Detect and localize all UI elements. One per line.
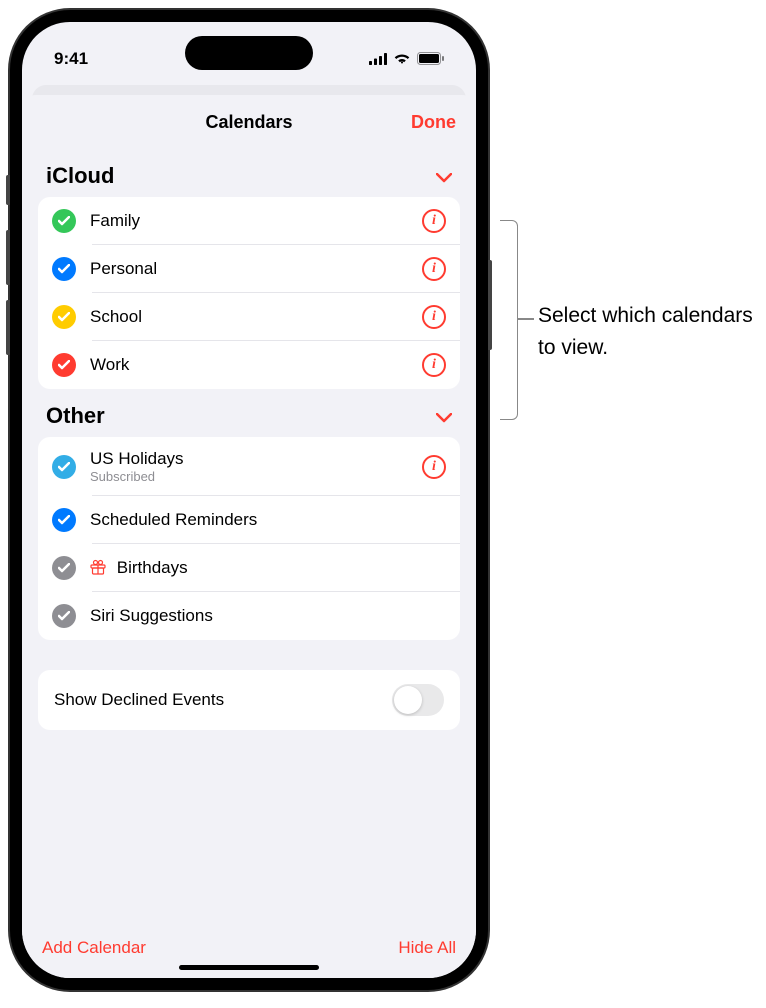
- chevron-down-icon: [436, 403, 452, 429]
- calendar-row-school[interactable]: School i: [38, 293, 460, 341]
- info-button[interactable]: i: [422, 353, 446, 377]
- battery-icon: [417, 52, 444, 65]
- icloud-list: Family i Personal i School: [38, 197, 460, 389]
- calendar-label: School: [90, 307, 408, 327]
- calendar-row-siri-suggestions[interactable]: Siri Suggestions: [38, 592, 460, 640]
- calendars-sheet: Calendars Done iCloud Family: [22, 95, 476, 978]
- calendar-label: Work: [90, 355, 408, 375]
- chevron-down-icon: [436, 163, 452, 189]
- section-header-icloud[interactable]: iCloud: [38, 149, 460, 197]
- check-icon: [52, 305, 76, 329]
- nav-bar: Calendars Done: [22, 95, 476, 149]
- power-button: [488, 260, 492, 350]
- gift-icon: [90, 558, 111, 577]
- callout-bracket: [500, 220, 518, 420]
- toggle-label: Show Declined Events: [54, 690, 224, 710]
- side-button: [6, 175, 10, 205]
- check-icon: [52, 556, 76, 580]
- check-icon: [52, 353, 76, 377]
- calendar-row-birthdays[interactable]: Birthdays: [38, 544, 460, 592]
- cellular-icon: [369, 53, 387, 65]
- bottom-bar: Add Calendar Hide All: [22, 938, 476, 978]
- calendar-label: Personal: [90, 259, 408, 279]
- calendar-label: Siri Suggestions: [90, 606, 446, 626]
- other-list: US Holidays Subscribed i Scheduled Remin…: [38, 437, 460, 640]
- volume-down-button: [6, 300, 10, 355]
- dynamic-island: [185, 36, 313, 70]
- calendar-label: Family: [90, 211, 408, 231]
- section-title: iCloud: [46, 163, 114, 189]
- callout-text: Select which calendars to view.: [538, 300, 756, 363]
- calendar-sublabel: Subscribed: [90, 469, 408, 484]
- calendar-row-family[interactable]: Family i: [38, 197, 460, 245]
- home-indicator[interactable]: [179, 965, 319, 970]
- toggle-knob: [394, 686, 422, 714]
- calendar-row-scheduled-reminders[interactable]: Scheduled Reminders: [38, 496, 460, 544]
- show-declined-toggle[interactable]: [392, 684, 444, 716]
- calendar-label: US Holidays Subscribed: [90, 449, 408, 484]
- content-area: iCloud Family i: [22, 149, 476, 938]
- calendar-label: Scheduled Reminders: [90, 510, 446, 530]
- page-title: Calendars: [205, 112, 292, 133]
- wifi-icon: [393, 52, 411, 65]
- check-icon: [52, 508, 76, 532]
- info-button[interactable]: i: [422, 305, 446, 329]
- show-declined-row: Show Declined Events: [38, 670, 460, 730]
- info-button[interactable]: i: [422, 455, 446, 479]
- check-icon: [52, 209, 76, 233]
- done-button[interactable]: Done: [411, 112, 456, 133]
- callout-line: [518, 318, 534, 320]
- status-icons: [369, 52, 444, 65]
- info-button[interactable]: i: [422, 209, 446, 233]
- status-time: 9:41: [54, 49, 88, 69]
- info-button[interactable]: i: [422, 257, 446, 281]
- hide-all-button[interactable]: Hide All: [398, 938, 456, 958]
- calendar-row-personal[interactable]: Personal i: [38, 245, 460, 293]
- add-calendar-button[interactable]: Add Calendar: [42, 938, 146, 958]
- volume-up-button: [6, 230, 10, 285]
- iphone-frame: 9:41 Calendars Done iCloud: [10, 10, 488, 990]
- calendar-row-us-holidays[interactable]: US Holidays Subscribed i: [38, 437, 460, 496]
- check-icon: [52, 604, 76, 628]
- section-header-other[interactable]: Other: [38, 389, 460, 437]
- check-icon: [52, 455, 76, 479]
- calendar-row-work[interactable]: Work i: [38, 341, 460, 389]
- check-icon: [52, 257, 76, 281]
- section-title: Other: [46, 403, 105, 429]
- calendar-label: Birthdays: [90, 558, 446, 578]
